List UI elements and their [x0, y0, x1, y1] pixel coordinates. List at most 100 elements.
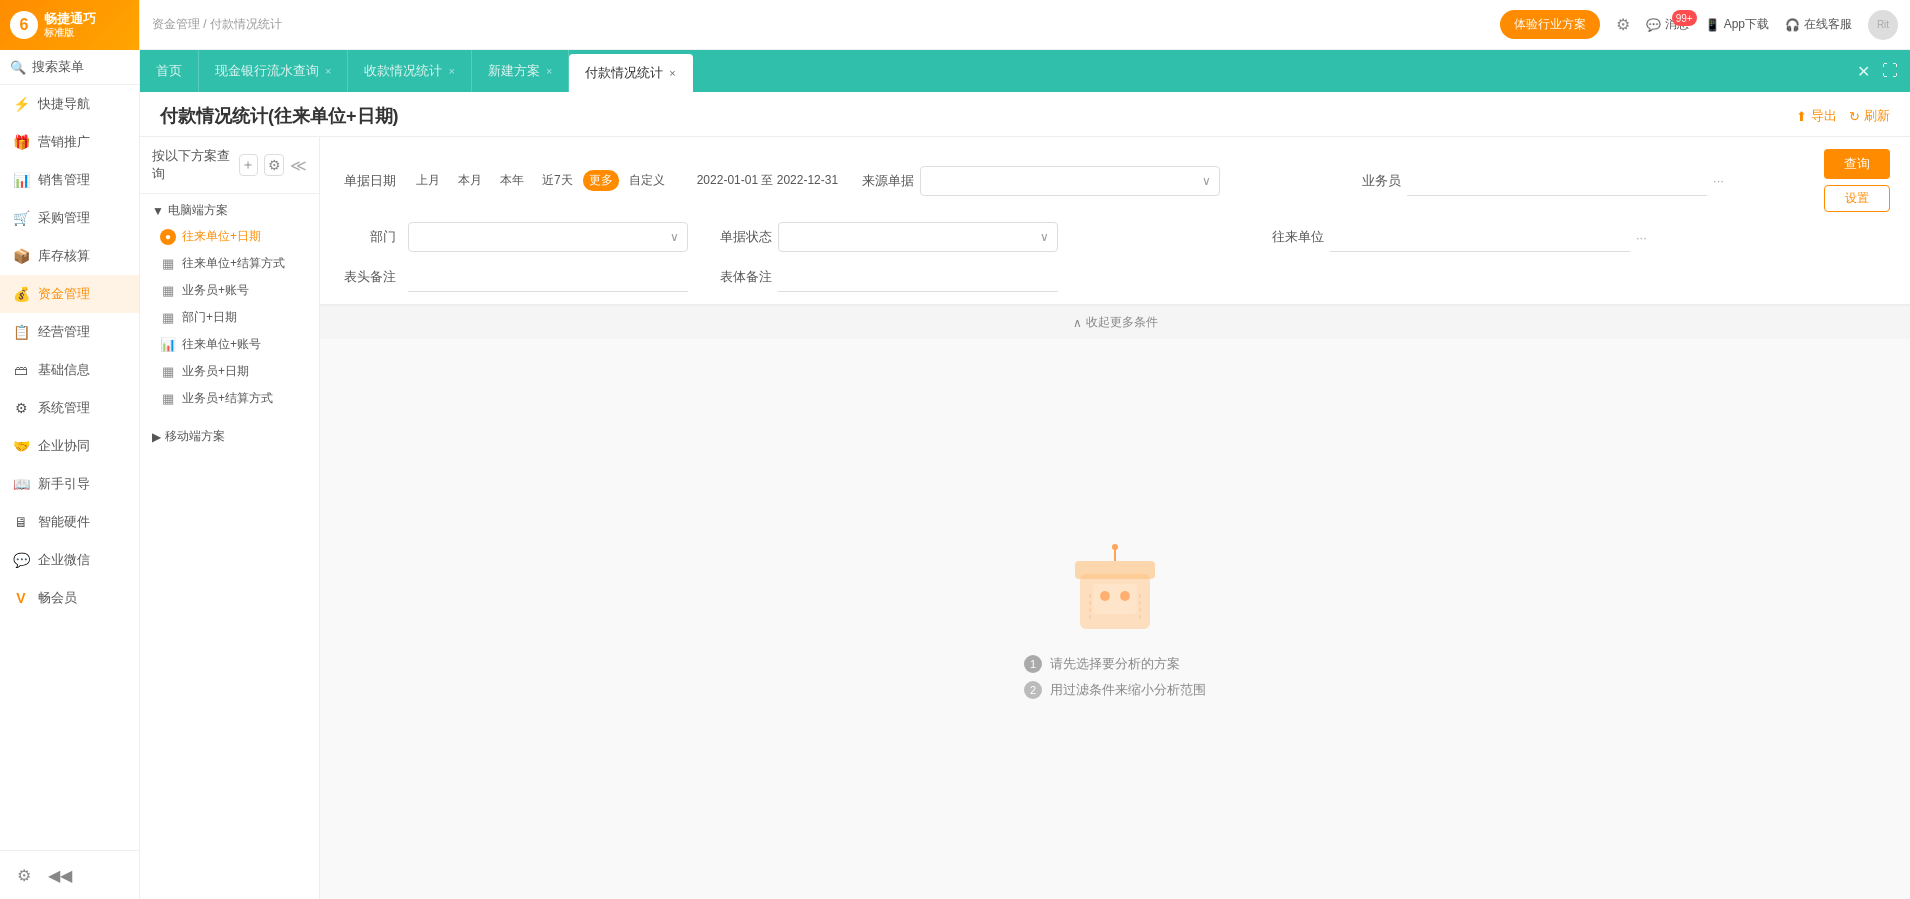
tab-receipt-close[interactable]: × — [448, 65, 454, 77]
staff-input[interactable] — [1407, 166, 1707, 196]
sidebar-item-operation[interactable]: 📋 经营管理 — [0, 313, 139, 351]
query-btn[interactable]: 查询 — [1824, 149, 1890, 179]
sidebar-item-member[interactable]: V 畅会员 — [0, 579, 139, 617]
scheme-item-unit-account[interactable]: 📊 往来单位+账号 — [152, 331, 307, 358]
quick-nav-icon: ⚡ — [12, 95, 30, 113]
scheme-item-staff-date[interactable]: ▦ 业务员+日期 — [152, 358, 307, 385]
table-body-note-input[interactable] — [778, 262, 1058, 292]
close-tab-icon[interactable]: ✕ — [1857, 62, 1870, 81]
page-title: 付款情况统计(往来单位+日期) — [160, 104, 399, 128]
user-avatar[interactable]: Rit — [1868, 10, 1898, 40]
staff-filter-label: 业务员 — [1345, 172, 1401, 190]
date-option-this-year[interactable]: 本年 — [492, 170, 532, 191]
empty-tip-2: 2 用过滤条件来缩小分析范围 — [1024, 681, 1206, 699]
tab-bank-flow[interactable]: 现金银行流水查询 × — [199, 50, 348, 92]
svg-rect-1 — [1075, 561, 1155, 579]
desktop-section-title[interactable]: ▼ 电脑端方案 — [152, 202, 307, 219]
tab-payment-stats-label: 付款情况统计 — [585, 64, 663, 82]
tab-payment-stats[interactable]: 付款情况统计 × — [569, 54, 692, 92]
empty-svg — [1055, 539, 1175, 639]
sidebar-footer: ⚙ ◀◀ — [0, 850, 139, 899]
counterpart-more-icon[interactable]: ··· — [1636, 230, 1647, 245]
trial-btn[interactable]: 体验行业方案 — [1500, 10, 1600, 39]
topbar-setting-icon[interactable]: ⚙ — [1616, 15, 1630, 34]
operation-icon: 📋 — [12, 323, 30, 341]
filter-row-2: 部门 ∨ 单据状态 ∨ 往来单 — [340, 222, 1890, 252]
date-range-value[interactable]: 2022-01-01 至 2022-12-31 — [697, 172, 838, 189]
chart-scheme-icon: 📊 — [160, 337, 176, 353]
sidebar-item-inventory[interactable]: 📦 库存核算 — [0, 237, 139, 275]
sidebar-item-hardware[interactable]: 🖥 智能硬件 — [0, 503, 139, 541]
marketing-icon: 🎁 — [12, 133, 30, 151]
app-download-icon: 📱 — [1705, 18, 1720, 32]
table-body-note-label: 表体备注 — [716, 268, 772, 286]
sidebar-item-enterprise[interactable]: 🤝 企业协同 — [0, 427, 139, 465]
app-logo: 6 — [10, 11, 38, 39]
scheme-panel-header: 按以下方案查询 ＋ ⚙ ≪ — [140, 137, 319, 194]
expand-mobile-icon: ▶ — [152, 430, 161, 444]
sidebar-item-purchase[interactable]: 🛒 采购管理 — [0, 199, 139, 237]
message-icon-item[interactable]: 💬 消息 99+ — [1646, 16, 1689, 33]
sidebar-item-marketing[interactable]: 🎁 营销推广 — [0, 123, 139, 161]
sidebar-item-sales[interactable]: 📊 销售管理 — [0, 161, 139, 199]
scheme-item-staff-account[interactable]: ▦ 业务员+账号 — [152, 277, 307, 304]
tab-home[interactable]: 首页 — [140, 50, 199, 92]
tab-bank-flow-close[interactable]: × — [325, 65, 331, 77]
sidebar-item-finance[interactable]: 💰 资金管理 — [0, 275, 139, 313]
tab-payment-close[interactable]: × — [669, 67, 675, 79]
svg-point-3 — [1100, 591, 1110, 601]
message-icon: 💬 — [1646, 18, 1661, 32]
online-service-item[interactable]: 🎧 在线客服 — [1785, 16, 1852, 33]
add-scheme-btn[interactable]: ＋ — [239, 154, 259, 176]
scheme-item-unit-settlement[interactable]: ▦ 往来单位+结算方式 — [152, 250, 307, 277]
tab-new-scheme-close[interactable]: × — [546, 65, 552, 77]
scheme-item-unit-date[interactable]: ● 往来单位+日期 — [152, 223, 307, 250]
source-dropdown[interactable]: ∨ — [920, 166, 1220, 196]
dept-dropdown[interactable]: ∨ — [408, 222, 688, 252]
filter-row-1: 单据日期 上月 本月 本年 近7天 更多 自定义 2022-01-01 至 20… — [340, 149, 1890, 212]
refresh-btn[interactable]: ↻ 刷新 — [1849, 107, 1890, 125]
scheme-item-staff-settlement[interactable]: ▦ 业务员+结算方式 — [152, 385, 307, 412]
tab-new-scheme[interactable]: 新建方案 × — [472, 50, 569, 92]
tab-receipt-stats[interactable]: 收款情况统计 × — [348, 50, 471, 92]
expand-tab-icon[interactable]: ⛶ — [1882, 62, 1898, 80]
table-header-note-label: 表头备注 — [340, 268, 396, 286]
collapse-sidebar-icon[interactable]: ◀◀ — [46, 861, 74, 889]
settings-footer-icon[interactable]: ⚙ — [10, 861, 38, 889]
status-dropdown[interactable]: ∨ — [778, 222, 1058, 252]
tip-num-1: 1 — [1024, 655, 1042, 673]
sidebar-item-guide[interactable]: 📖 新手引导 — [0, 465, 139, 503]
table-header-note-input[interactable] — [408, 262, 688, 292]
table-scheme-icon-1: ▦ — [160, 256, 176, 272]
search-menu[interactable]: 🔍 搜索菜单 — [0, 50, 139, 85]
scheme-item-dept-date[interactable]: ▦ 部门+日期 — [152, 304, 307, 331]
tab-home-label: 首页 — [156, 62, 182, 80]
collapse-scheme-panel-btn[interactable]: ≪ — [290, 156, 307, 175]
filter-content: 单据日期 上月 本月 本年 近7天 更多 自定义 2022-01-01 至 20… — [320, 137, 1910, 899]
dept-dropdown-arrow: ∨ — [670, 230, 679, 244]
app-download-item[interactable]: 📱 App下载 — [1705, 16, 1769, 33]
export-btn[interactable]: ⬆ 导出 — [1796, 107, 1837, 125]
date-option-this-month[interactable]: 本月 — [450, 170, 490, 191]
date-option-custom[interactable]: 自定义 — [621, 170, 673, 191]
sidebar-item-system[interactable]: ⚙ 系统管理 — [0, 389, 139, 427]
mobile-section-title[interactable]: ▶ 移动端方案 — [152, 428, 307, 445]
sidebar-item-wechat[interactable]: 💬 企业微信 — [0, 541, 139, 579]
member-icon: V — [12, 589, 30, 607]
staff-more-icon[interactable]: ··· — [1713, 173, 1724, 188]
manage-scheme-btn[interactable]: ⚙ — [264, 154, 284, 176]
sidebar-item-quick-nav[interactable]: ⚡ 快捷导航 — [0, 85, 139, 123]
tab-bank-flow-label: 现金银行流水查询 — [215, 62, 319, 80]
basic-icon: 🗃 — [12, 361, 30, 379]
settings-btn[interactable]: 设置 — [1824, 185, 1890, 212]
status-dropdown-arrow: ∨ — [1040, 230, 1049, 244]
date-option-more[interactable]: 更多 — [583, 170, 619, 191]
topbar-icons: 体验行业方案 ⚙ 💬 消息 99+ 📱 App下载 🎧 在线客服 Rit — [1500, 10, 1898, 40]
date-option-7days[interactable]: 近7天 — [534, 170, 581, 191]
collapse-filter-btn[interactable]: ∧ 收起更多条件 — [320, 305, 1910, 339]
app-edition: 标准版 — [44, 27, 96, 39]
counterpart-input[interactable] — [1330, 222, 1630, 252]
sidebar-item-basic[interactable]: 🗃 基础信息 — [0, 351, 139, 389]
sidebar-header: 6 畅捷通巧 标准版 — [0, 0, 139, 50]
date-option-last-month[interactable]: 上月 — [408, 170, 448, 191]
